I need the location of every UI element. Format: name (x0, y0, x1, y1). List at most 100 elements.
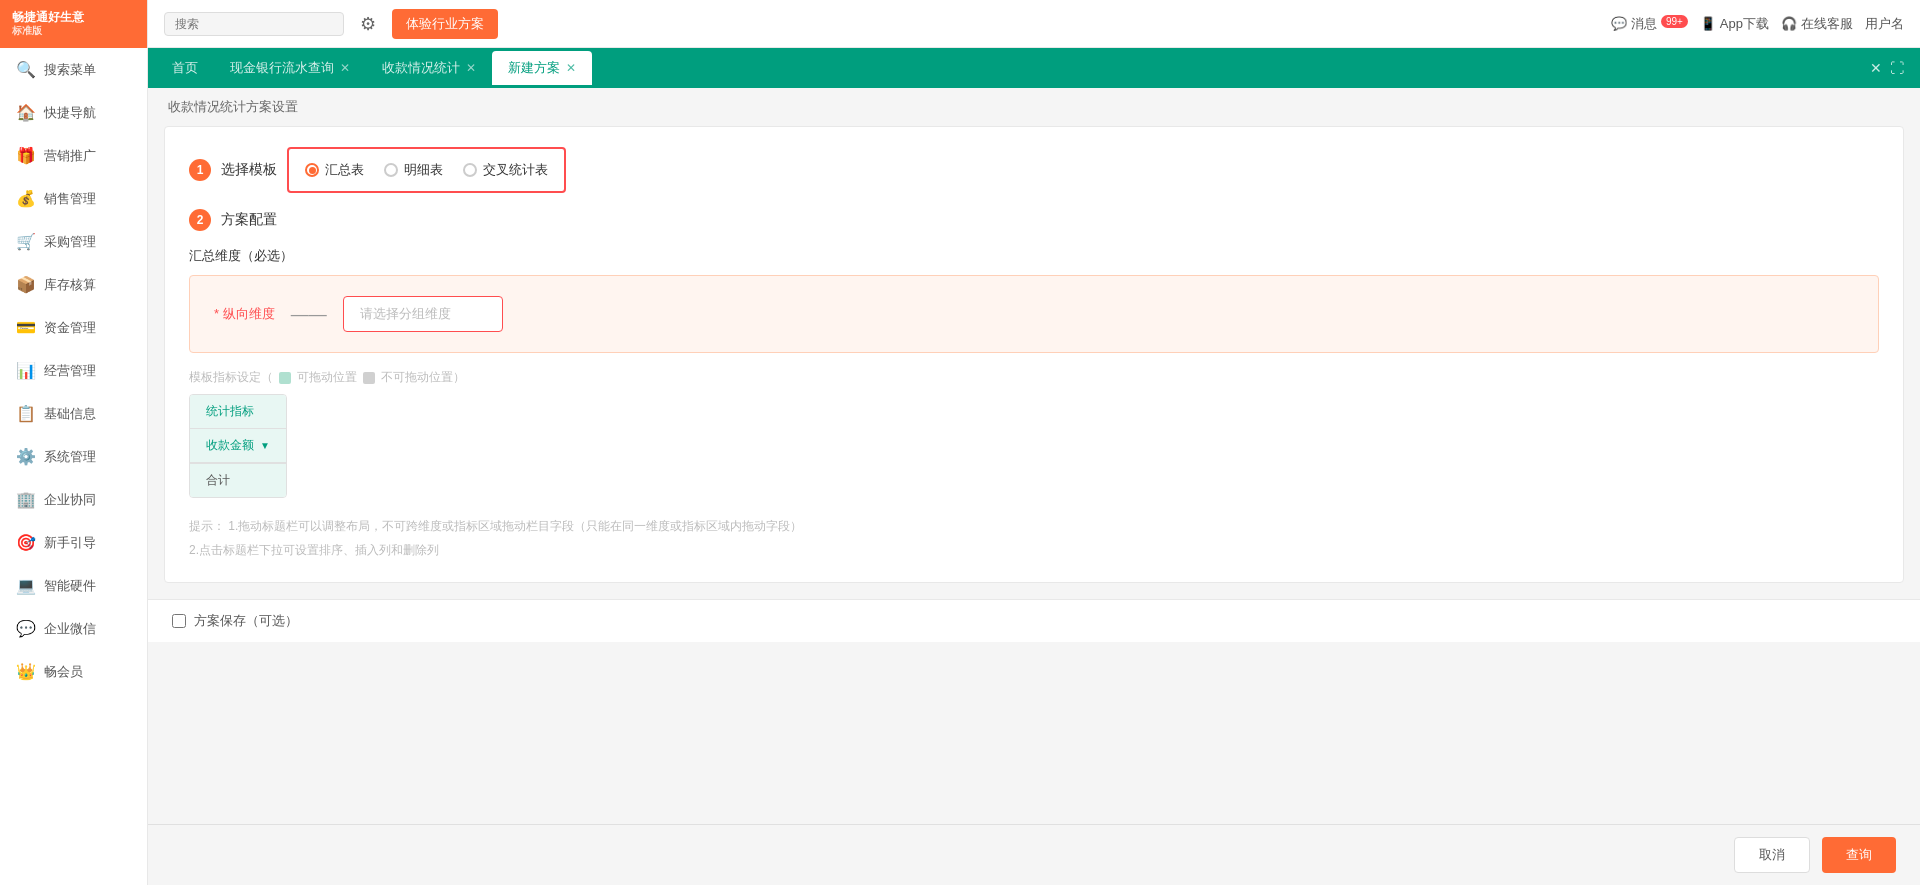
radio-detail[interactable]: 明细表 (384, 161, 443, 179)
tip-text-1: 提示： 1.拖动标题栏可以调整布局，不可跨维度或指标区域拖动栏目字段（只能在同一… (189, 514, 802, 538)
sidebar-icon-wechat: 💬 (16, 619, 36, 638)
settings-icon[interactable]: ⚙ (360, 13, 376, 35)
sidebar-icon-enterprise: 🏢 (16, 490, 36, 509)
tab-receipt-stats[interactable]: 收款情况统计 ✕ (366, 51, 492, 85)
radio-summary[interactable]: 汇总表 (305, 161, 364, 179)
page-title: 收款情况统计方案设置 (148, 88, 1920, 126)
sidebar-item-quick-nav[interactable]: 🏠 快捷导航 (0, 91, 147, 134)
tab-close-bank-flow[interactable]: ✕ (340, 61, 350, 75)
sidebar-label-purchase: 采购管理 (44, 233, 96, 251)
tab-label-receipt-stats: 收款情况统计 (382, 59, 460, 77)
sidebar-item-marketing[interactable]: 🎁营销推广 (0, 134, 147, 177)
radio-detail-label: 明细表 (404, 161, 443, 179)
save-label: 方案保存（可选） (194, 612, 298, 630)
message-icon: 💬 (1611, 16, 1627, 31)
sidebar-item-member[interactable]: 👑 畅会员 (0, 650, 147, 693)
sidebar-item-enterprise[interactable]: 🏢企业协同 (0, 478, 147, 521)
sidebar-icon-inventory: 📦 (16, 275, 36, 294)
tips-section: 提示： 1.拖动标题栏可以调整布局，不可跨维度或指标区域拖动栏目字段（只能在同一… (189, 514, 1879, 562)
sidebar-icon-hardware: 💻 (16, 576, 36, 595)
dimension-arrow: —— (291, 304, 327, 325)
content-area: 收款情况统计方案设置 1 选择模板 汇总表 明细表 (148, 88, 1920, 824)
step1-header: 1 选择模板 汇总表 明细表 交叉统计表 (189, 147, 1879, 193)
maximize-window-btn[interactable]: ⛶ (1890, 60, 1904, 76)
tip-text-2: 2.点击标题栏下拉可设置排序、插入列和删除列 (189, 538, 439, 562)
message-badge: 99+ (1661, 15, 1688, 28)
radio-group: 汇总表 明细表 交叉统计表 (305, 161, 548, 179)
sidebar-label-finance: 资金管理 (44, 319, 96, 337)
save-checkbox[interactable] (172, 614, 186, 628)
sidebar-item-purchase[interactable]: 🛒 采购管理 (0, 220, 147, 263)
metrics-dropdown-row[interactable]: 收款金额 ▼ (190, 429, 286, 463)
sidebar-label-marketing: 营销推广 (44, 147, 96, 165)
tab-label-new-plan: 新建方案 (508, 59, 560, 77)
app-download-btn[interactable]: 📱 App下载 (1700, 15, 1769, 33)
dimension-select[interactable]: 请选择分组维度 (343, 296, 503, 332)
sidebar-logo: 畅捷通好生意 标准版 (0, 0, 147, 48)
radio-cross-label: 交叉统计表 (483, 161, 548, 179)
tab-close-receipt-stats[interactable]: ✕ (466, 61, 476, 75)
sidebar-icon-guide: 🎯 (16, 533, 36, 552)
tip-item-1: 提示： 1.拖动标题栏可以调整布局，不可跨维度或指标区域拖动栏目字段（只能在同一… (189, 514, 1879, 538)
dimension-row: * 纵向维度 —— 请选择分组维度 (214, 296, 1854, 332)
radio-circle-summary (305, 163, 319, 177)
sidebar-item-operations[interactable]: 📊经营管理 (0, 349, 147, 392)
sidebar-icon-member: 👑 (16, 662, 36, 681)
sidebar-label-member: 畅会员 (44, 663, 83, 681)
radio-circle-cross (463, 163, 477, 177)
sidebar-item-search[interactable]: 🔍搜索菜单 (0, 48, 147, 91)
sidebar-item-sales[interactable]: 💰 销售管理 (0, 177, 147, 220)
sidebar-item-system[interactable]: ⚙️系统管理 (0, 435, 147, 478)
tab-new-plan[interactable]: 新建方案 ✕ (492, 51, 592, 85)
search-input[interactable] (164, 12, 344, 36)
sidebar-label-operations: 经营管理 (44, 362, 96, 380)
user-name: 用户名 (1865, 15, 1904, 33)
sidebar-label-wechat: 企业微信 (44, 620, 96, 638)
step2-section: 2 方案配置 汇总维度（必选） * 纵向维度 —— 请选择分组维度 模板指标设定… (189, 209, 1879, 562)
radio-cross[interactable]: 交叉统计表 (463, 161, 548, 179)
sidebar: 畅捷通好生意 标准版 🔍搜索菜单 🏠 快捷导航 🎁营销推广 💰 销售管理 🛒 采购管理 📦 库存核… (0, 0, 148, 885)
sidebar-item-guide[interactable]: 🎯新手引导 (0, 521, 147, 564)
tab-home[interactable]: 首页 (156, 51, 214, 85)
sidebar-item-finance[interactable]: 💳资金管理 (0, 306, 147, 349)
sidebar-nav: 🔍搜索菜单 🏠 快捷导航 🎁营销推广 💰 销售管理 🛒 采购管理 📦 库存核算 💳资金管理📊经营管理… (0, 48, 147, 693)
sidebar-icon-quick-nav: 🏠 (16, 103, 36, 122)
message-btn[interactable]: 💬 消息 99+ (1611, 15, 1688, 33)
sidebar-icon-basic-info: 📋 (16, 404, 36, 423)
radio-circle-detail (384, 163, 398, 177)
sidebar-label-quick-nav: 快捷导航 (44, 104, 96, 122)
query-button[interactable]: 查询 (1822, 837, 1896, 873)
sidebar-item-hardware[interactable]: 💻智能硬件 (0, 564, 147, 607)
download-label: App下载 (1720, 15, 1769, 33)
sidebar-label-sales: 销售管理 (44, 190, 96, 208)
movable-dot (279, 372, 291, 384)
sidebar-item-basic-info[interactable]: 📋 基础信息 (0, 392, 147, 435)
topbar-actions: 💬 消息 99+ 📱 App下载 🎧 在线客服 用户名 (1611, 15, 1904, 33)
online-service-btn[interactable]: 🎧 在线客服 (1781, 15, 1853, 33)
sidebar-icon-search: 🔍 (16, 60, 36, 79)
footer: 取消 查询 (148, 824, 1920, 885)
download-icon: 📱 (1700, 16, 1716, 31)
step2-title: 方案配置 (221, 211, 277, 229)
sidebar-label-inventory: 库存核算 (44, 276, 96, 294)
sidebar-icon-purchase: 🛒 (16, 232, 36, 251)
chevron-down-icon: ▼ (260, 440, 270, 451)
close-window-btn[interactable]: ✕ (1870, 60, 1882, 76)
metrics-col-title: 统计指标 (206, 403, 254, 420)
sidebar-icon-system: ⚙️ (16, 447, 36, 466)
user-profile[interactable]: 用户名 (1865, 15, 1904, 33)
logo-edition: 标准版 (12, 24, 84, 38)
sidebar-item-inventory[interactable]: 📦 库存核算 (0, 263, 147, 306)
sidebar-label-basic-info: 基础信息 (44, 405, 96, 423)
tab-close-new-plan[interactable]: ✕ (566, 61, 576, 75)
dimension-title: 汇总维度（必选） (189, 247, 1879, 265)
cancel-button[interactable]: 取消 (1734, 837, 1810, 873)
industry-btn[interactable]: 体验行业方案 (392, 9, 498, 39)
sidebar-item-wechat[interactable]: 💬 企业微信 (0, 607, 147, 650)
metrics-col-header: 统计指标 (190, 395, 286, 429)
tab-bank-flow[interactable]: 现金银行流水查询✕ (214, 51, 366, 85)
tip-item-2: 2.点击标题栏下拉可设置排序、插入列和删除列 (189, 538, 1879, 562)
save-section: 方案保存（可选） (148, 599, 1920, 642)
metrics-section: 模板指标设定（ 可拖动位置 不可拖动位置） 统计指标 收款金额 (189, 369, 1879, 562)
sidebar-icon-sales: 💰 (16, 189, 36, 208)
